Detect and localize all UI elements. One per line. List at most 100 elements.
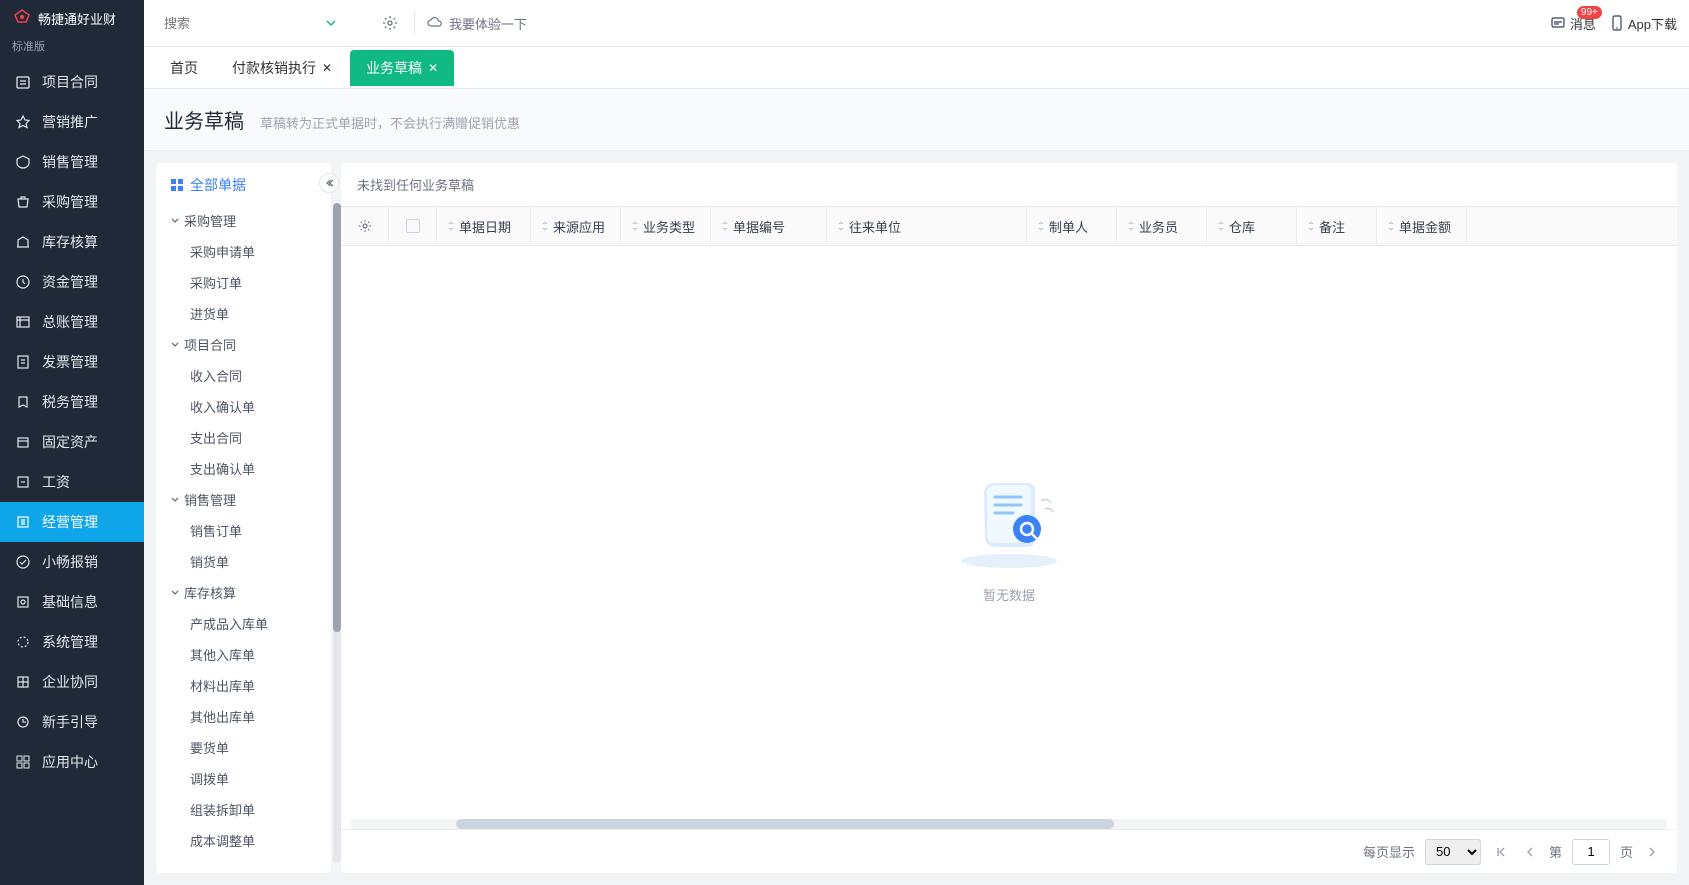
nav-item-6[interactable]: 总账管理	[0, 302, 144, 342]
column-label: 单据日期	[459, 217, 511, 236]
settings-icon[interactable]	[378, 11, 402, 35]
tree-item[interactable]: 销货单	[156, 546, 331, 577]
nav-item-4[interactable]: 库存核算	[0, 222, 144, 262]
column-header[interactable]: 单据金额	[1377, 207, 1467, 245]
tree-item[interactable]: 组装拆卸单	[156, 794, 331, 825]
column-header[interactable]: 往来单位	[827, 207, 1027, 245]
tree-item[interactable]: 进货单	[156, 298, 331, 329]
nav-label: 发票管理	[42, 352, 98, 372]
select-all-checkbox[interactable]	[389, 207, 437, 245]
tree-item[interactable]: 材料出库单	[156, 670, 331, 701]
tree-group-label: 库存核算	[184, 583, 236, 602]
filter-tree: 采购管理采购申请单采购订单进货单项目合同收入合同收入确认单支出合同支出确认单销售…	[156, 205, 331, 851]
messages-badge: 99+	[1577, 6, 1602, 19]
tree-item[interactable]: 支出确认单	[156, 453, 331, 484]
nav-item-5[interactable]: 资金管理	[0, 262, 144, 302]
tree-item[interactable]: 支出合同	[156, 422, 331, 453]
cloud-icon	[427, 15, 443, 31]
tree-item[interactable]: 要货单	[156, 732, 331, 763]
tree-group-1[interactable]: 项目合同	[156, 329, 331, 360]
column-label: 单据编号	[733, 217, 785, 236]
nav-item-0[interactable]: 项目合同	[0, 62, 144, 102]
horizontal-scroll-thumb[interactable]	[456, 819, 1114, 829]
close-icon[interactable]: ✕	[322, 61, 332, 75]
close-icon[interactable]: ✕	[428, 61, 438, 75]
phone-icon	[1610, 15, 1624, 31]
next-page-button[interactable]	[1643, 846, 1661, 858]
column-header[interactable]: 仓库	[1207, 207, 1297, 245]
tree-item[interactable]: 产成品入库单	[156, 608, 331, 639]
tree-item[interactable]: 收入确认单	[156, 391, 331, 422]
nav-item-9[interactable]: 固定资产	[0, 422, 144, 462]
column-header[interactable]: 业务类型	[621, 207, 711, 245]
collapse-toggle[interactable]	[319, 173, 339, 193]
column-settings-button[interactable]	[341, 207, 389, 245]
filter-scroll-thumb[interactable]	[333, 203, 341, 632]
nav-icon	[14, 113, 32, 131]
tab-2[interactable]: 业务草稿✕	[350, 50, 454, 86]
tree-item[interactable]: 销售订单	[156, 515, 331, 546]
nav-item-7[interactable]: 发票管理	[0, 342, 144, 382]
message-icon	[1550, 15, 1566, 31]
sort-icon	[1127, 220, 1135, 232]
tree-item[interactable]: 调拨单	[156, 763, 331, 794]
nav-item-1[interactable]: 营销推广	[0, 102, 144, 142]
per-page-label: 每页显示	[1363, 842, 1415, 861]
tab-0[interactable]: 首页	[154, 50, 214, 86]
feedback-label: 我要体验一下	[449, 14, 527, 33]
per-page-select[interactable]: 50	[1425, 839, 1481, 865]
nav-icon	[14, 753, 32, 771]
column-header[interactable]: 单据编号	[711, 207, 827, 245]
app-download-button[interactable]: App下载	[1610, 14, 1677, 33]
tree-group-0[interactable]: 采购管理	[156, 205, 331, 236]
nav-item-2[interactable]: 销售管理	[0, 142, 144, 182]
filter-scrollbar[interactable]	[333, 203, 341, 863]
nav-icon	[14, 593, 32, 611]
page-prefix: 第	[1549, 842, 1562, 861]
search-wrap	[156, 8, 366, 38]
content-body: 全部单据 采购管理采购申请单采购订单进货单项目合同收入合同收入确认单支出合同支出…	[144, 151, 1689, 885]
column-header[interactable]: 制单人	[1027, 207, 1117, 245]
tree-item[interactable]: 其他入库单	[156, 639, 331, 670]
search-dropdown-icon[interactable]	[326, 18, 336, 28]
filter-root[interactable]: 全部单据	[156, 175, 331, 205]
nav-item-15[interactable]: 企业协同	[0, 662, 144, 702]
tree-item[interactable]: 采购订单	[156, 267, 331, 298]
tab-1[interactable]: 付款核销执行✕	[216, 50, 348, 86]
tree-item[interactable]: 采购申请单	[156, 236, 331, 267]
page-suffix: 页	[1620, 842, 1633, 861]
nav-item-12[interactable]: 小畅报销	[0, 542, 144, 582]
column-header[interactable]: 单据日期	[437, 207, 531, 245]
nav-icon	[14, 513, 32, 531]
nav-item-16[interactable]: 新手引导	[0, 702, 144, 742]
sort-icon	[631, 220, 639, 232]
tree-group-3[interactable]: 库存核算	[156, 577, 331, 608]
nav-item-14[interactable]: 系统管理	[0, 622, 144, 662]
page-input[interactable]	[1572, 839, 1610, 865]
table-empty-hint: 未找到任何业务草稿	[341, 163, 1677, 206]
feedback-button[interactable]: 我要体验一下	[427, 14, 527, 33]
nav-item-8[interactable]: 税务管理	[0, 382, 144, 422]
prev-page-button[interactable]	[1521, 846, 1539, 858]
tree-item[interactable]: 成本调整单	[156, 825, 331, 851]
nav-icon	[14, 153, 32, 171]
nav-label: 税务管理	[42, 392, 98, 412]
tree-item[interactable]: 其他出库单	[156, 701, 331, 732]
nav-item-3[interactable]: 采购管理	[0, 182, 144, 222]
column-header[interactable]: 备注	[1297, 207, 1377, 245]
tree-group-label: 采购管理	[184, 211, 236, 230]
column-header[interactable]: 业务员	[1117, 207, 1207, 245]
nav-item-10[interactable]: 工资	[0, 462, 144, 502]
tree-group-2[interactable]: 销售管理	[156, 484, 331, 515]
first-page-button[interactable]	[1491, 846, 1511, 858]
horizontal-scrollbar[interactable]	[351, 819, 1667, 829]
nav-label: 新手引导	[42, 712, 98, 732]
nav-item-11[interactable]: 经营管理	[0, 502, 144, 542]
nav-icon	[14, 353, 32, 371]
nav-item-17[interactable]: 应用中心	[0, 742, 144, 782]
column-header[interactable]: 来源应用	[531, 207, 621, 245]
messages-button[interactable]: 消息 99+	[1550, 14, 1596, 33]
tree-item[interactable]: 收入合同	[156, 360, 331, 391]
nav-item-13[interactable]: 基础信息	[0, 582, 144, 622]
nav-label: 固定资产	[42, 432, 98, 452]
